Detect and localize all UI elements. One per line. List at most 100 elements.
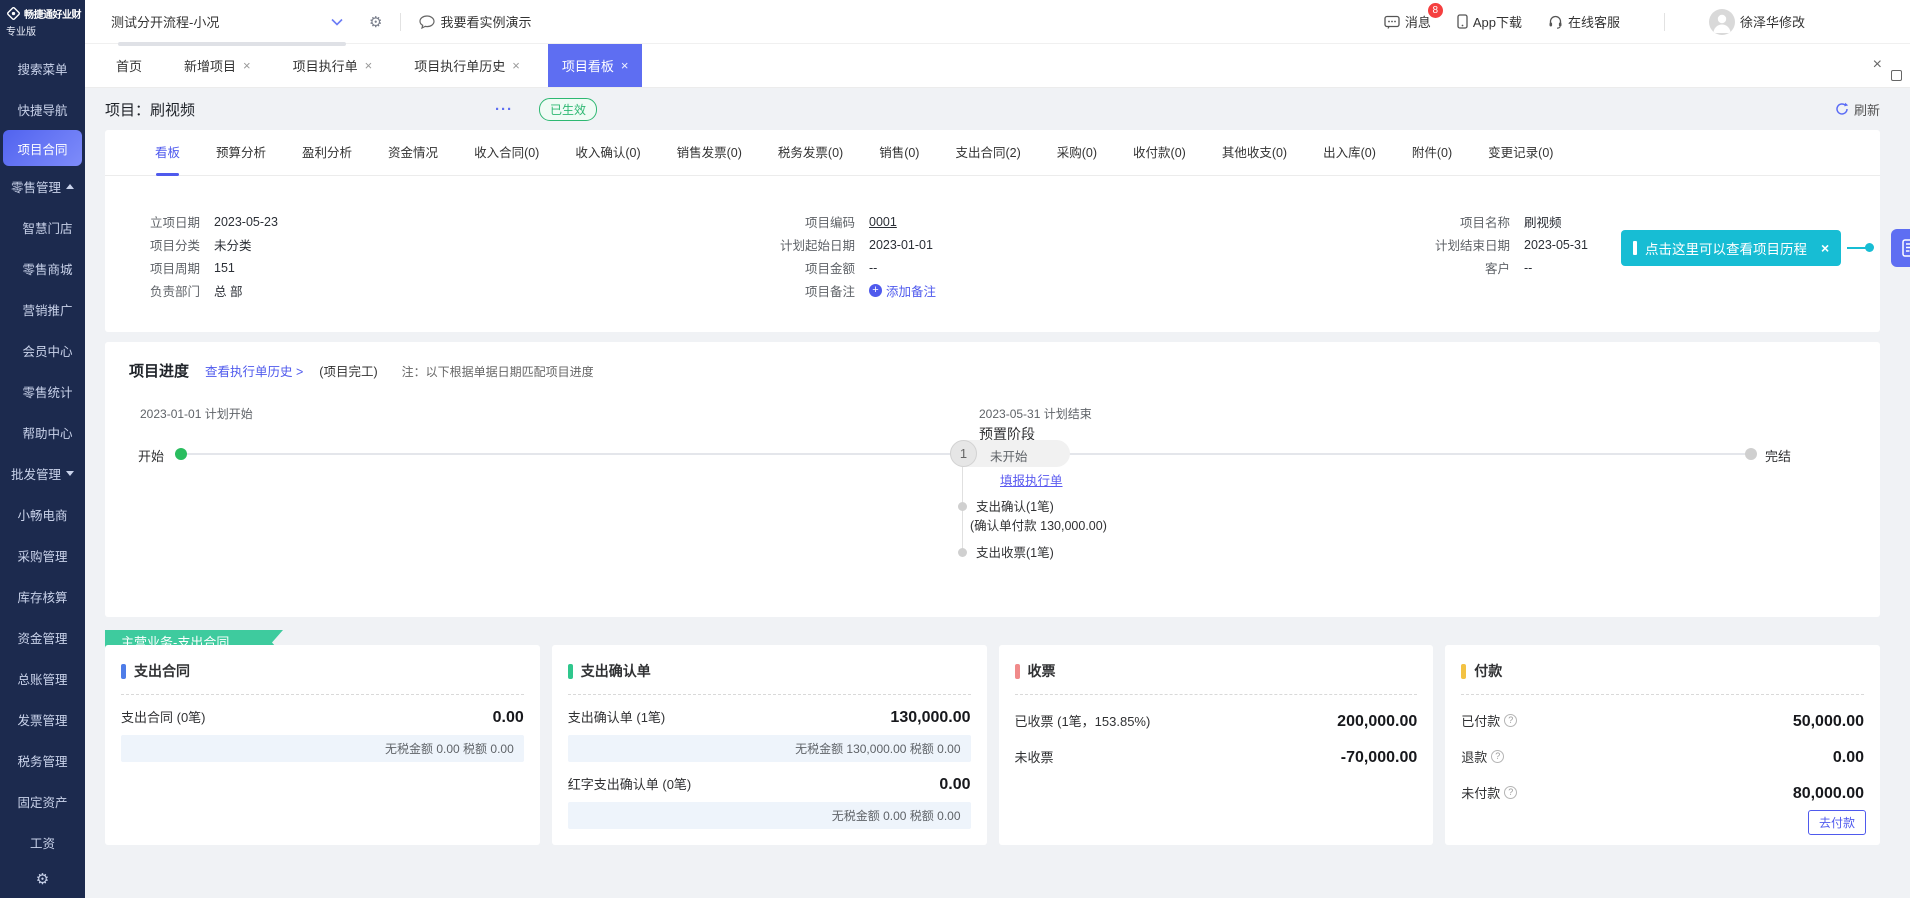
progress-status: (项目完工): [319, 365, 378, 379]
document-tab-4[interactable]: 项目看板 ×: [547, 44, 643, 87]
dashed-divider: [121, 694, 524, 695]
subtab-10[interactable]: 采购(0): [1057, 130, 1097, 176]
card-title: 支出合同: [134, 663, 190, 679]
sidebar-item-label: 零售统计: [22, 386, 73, 400]
history-tooltip[interactable]: 点击这里可以查看项目历程 ×: [1621, 230, 1842, 266]
card-row: 红字支出确认单 (0笔) 0.00: [568, 774, 971, 794]
online-support-button[interactable]: 在线客服: [1548, 12, 1620, 31]
event1-label: 支出确认(1笔): [976, 500, 1054, 514]
subtab-4[interactable]: 收入合同(0): [474, 130, 539, 176]
sidebar-nav: 搜索菜单 快捷导航 项目合同 零售管理 智慧门店 零售商城 营销推广 会员中心零售统计帮助中心…: [0, 48, 85, 863]
messages-button[interactable]: 消息 8: [1384, 3, 1443, 31]
info-col-2: 项目编码 0001 计划起始日期 2023-01-01 项目金额 -- 项目备注 + 添加备注: [665, 210, 1335, 302]
content: 项目：刷视频 ··· 已生效 刷新 看板 预算分析 盈利分析 资金情况 收入合同(0) 收…: [85, 88, 1910, 898]
subtab-12[interactable]: 其他收支(0): [1222, 130, 1287, 176]
project-history-icon[interactable]: [1891, 229, 1910, 267]
info-row: 项目分类 未分类: [115, 233, 665, 256]
more-actions-button[interactable]: ···: [495, 101, 513, 118]
subtab-8[interactable]: 销售(0): [879, 130, 919, 176]
tab-close-icon[interactable]: ×: [365, 58, 373, 73]
subtab-3[interactable]: 资金情况: [388, 130, 438, 176]
expand-icon[interactable]: [1891, 70, 1902, 81]
close-all-tabs-icon[interactable]: ×: [1873, 56, 1882, 74]
sidebar-item-5[interactable]: 零售商城: [0, 248, 85, 289]
sidebar-item-16[interactable]: 发票管理: [0, 699, 85, 740]
sidebar-item-11[interactable]: 小畅电商: [0, 494, 85, 535]
subtab-0[interactable]: 看板: [155, 130, 180, 176]
sidebar-item-13[interactable]: 库存核算: [0, 576, 85, 617]
subtab-9[interactable]: 支出合同(2): [955, 130, 1020, 176]
fill-execution-order-link[interactable]: 填报执行单: [1000, 470, 1063, 489]
info-row: 立项日期 2023-05-23: [115, 210, 665, 233]
document-tab-0[interactable]: 首页: [102, 44, 156, 87]
tab-scrollbar-thumb: [118, 42, 346, 46]
sidebar-item-19[interactable]: 工资: [0, 822, 85, 863]
timeline-end-date: 2023-05-31 计划结束: [979, 407, 1092, 421]
document-tab-2[interactable]: 项目执行单 ×: [279, 44, 387, 87]
field-value: --: [869, 260, 878, 275]
document-tab-3[interactable]: 项目执行单历史 ×: [400, 44, 534, 87]
subtab-7[interactable]: 税务发票(0): [778, 130, 843, 176]
sidebar-item-0[interactable]: 搜索菜单: [0, 48, 85, 89]
tabs-strip: 首页 新增项目 × 项目执行单 × 项目执行单历史 × 项目看板 ×: [102, 44, 643, 87]
document-tab-1[interactable]: 新增项目 ×: [170, 44, 265, 87]
subtab-6[interactable]: 销售发票(0): [677, 130, 742, 176]
sidebar-item-4[interactable]: 智慧门店: [0, 207, 85, 248]
tax-detail: 无税金额 130,000.00 税额 0.00: [567, 735, 971, 762]
subtab-1[interactable]: 预算分析: [216, 130, 266, 176]
help-icon: ?: [1491, 750, 1505, 763]
tab-close-icon[interactable]: ×: [621, 58, 629, 73]
subtab-2[interactable]: 盈利分析: [302, 130, 352, 176]
project-title-row: 项目：刷视频 ··· 已生效 刷新: [105, 88, 1880, 130]
sidebar-item-17[interactable]: 税务管理: [0, 740, 85, 781]
sidebar-item-8[interactable]: 零售统计: [0, 371, 85, 412]
sidebar-item-12[interactable]: 采购管理: [0, 535, 85, 576]
card-header: 支出合同: [121, 661, 524, 681]
info-row: 项目周期 151: [115, 256, 665, 279]
user-menu[interactable]: 徐泽华修改: [1708, 8, 1805, 35]
subtab-13[interactable]: 出入库(0): [1323, 130, 1376, 176]
tooltip-close-icon[interactable]: ×: [1821, 240, 1829, 256]
tab-close-icon[interactable]: ×: [512, 58, 520, 73]
sidebar-item-6[interactable]: 营销推广: [0, 289, 85, 330]
add-remark-link[interactable]: + 添加备注: [869, 281, 936, 300]
sidebar-item-label: 固定资产: [17, 796, 68, 810]
card-header: 支出确认单: [567, 661, 971, 681]
info-grid: 立项日期 2023-05-23 项目分类 未分类 项目周期 151 负责部门总 部 项目编码…: [105, 176, 1880, 332]
sidebar-item-2[interactable]: 项目合同: [3, 130, 82, 166]
event1-detail: (确认单付款 130,000.00): [970, 519, 1107, 533]
execution-history-link[interactable]: 查看执行单历史 >: [205, 361, 303, 380]
workspace-selector[interactable]: 测试分开流程-小况: [111, 12, 343, 31]
go-pay-button[interactable]: 去付款: [1807, 810, 1866, 835]
refresh-button[interactable]: 刷新: [1835, 100, 1880, 119]
status-badge: 已生效: [539, 97, 598, 121]
subtab-5[interactable]: 收入确认(0): [575, 130, 640, 176]
field-value: --: [1524, 260, 1533, 275]
card-row-label: 未收票: [1014, 750, 1054, 765]
subtab-11[interactable]: 收付款(0): [1133, 130, 1186, 176]
sidebar-item-7[interactable]: 会员中心: [0, 330, 85, 371]
main-area: 测试分开流程-小况 ⚙ 我要看实例演示 消息 8 App下载 在线客服 徐泽华修…: [85, 0, 1910, 898]
card-row-label: 红字支出确认单 (0笔): [567, 777, 692, 792]
tab-close-icon[interactable]: ×: [243, 58, 251, 73]
sidebar-item-15[interactable]: 总账管理: [0, 658, 85, 699]
sidebar-settings-gear-icon[interactable]: ⚙: [0, 870, 85, 888]
sidebar-item-9[interactable]: 帮助中心: [0, 412, 85, 453]
field-label: 项目金额: [804, 262, 855, 276]
card-marker: [567, 663, 573, 679]
sidebar-item-14[interactable]: 资金管理: [0, 617, 85, 658]
expand-arrow-icon: [66, 471, 74, 476]
demo-link[interactable]: 我要看实例演示: [419, 12, 531, 31]
avatar: [1708, 8, 1735, 35]
app-download-button[interactable]: App下载: [1457, 12, 1522, 31]
subtab-14[interactable]: 附件(0): [1412, 130, 1452, 176]
sidebar-item-10[interactable]: 批发管理: [0, 453, 85, 494]
demo-link-label: 我要看实例演示: [440, 15, 532, 30]
sidebar-item-3[interactable]: 零售管理: [0, 166, 85, 207]
sidebar-item-1[interactable]: 快捷导航: [0, 89, 85, 130]
sidebar-item-18[interactable]: 固定资产: [0, 781, 85, 822]
subtab-15[interactable]: 变更记录(0): [1488, 130, 1553, 176]
workspace-gear-icon[interactable]: ⚙: [369, 13, 382, 31]
phone-icon: [1457, 14, 1468, 29]
project-code-link[interactable]: 0001: [869, 215, 897, 229]
